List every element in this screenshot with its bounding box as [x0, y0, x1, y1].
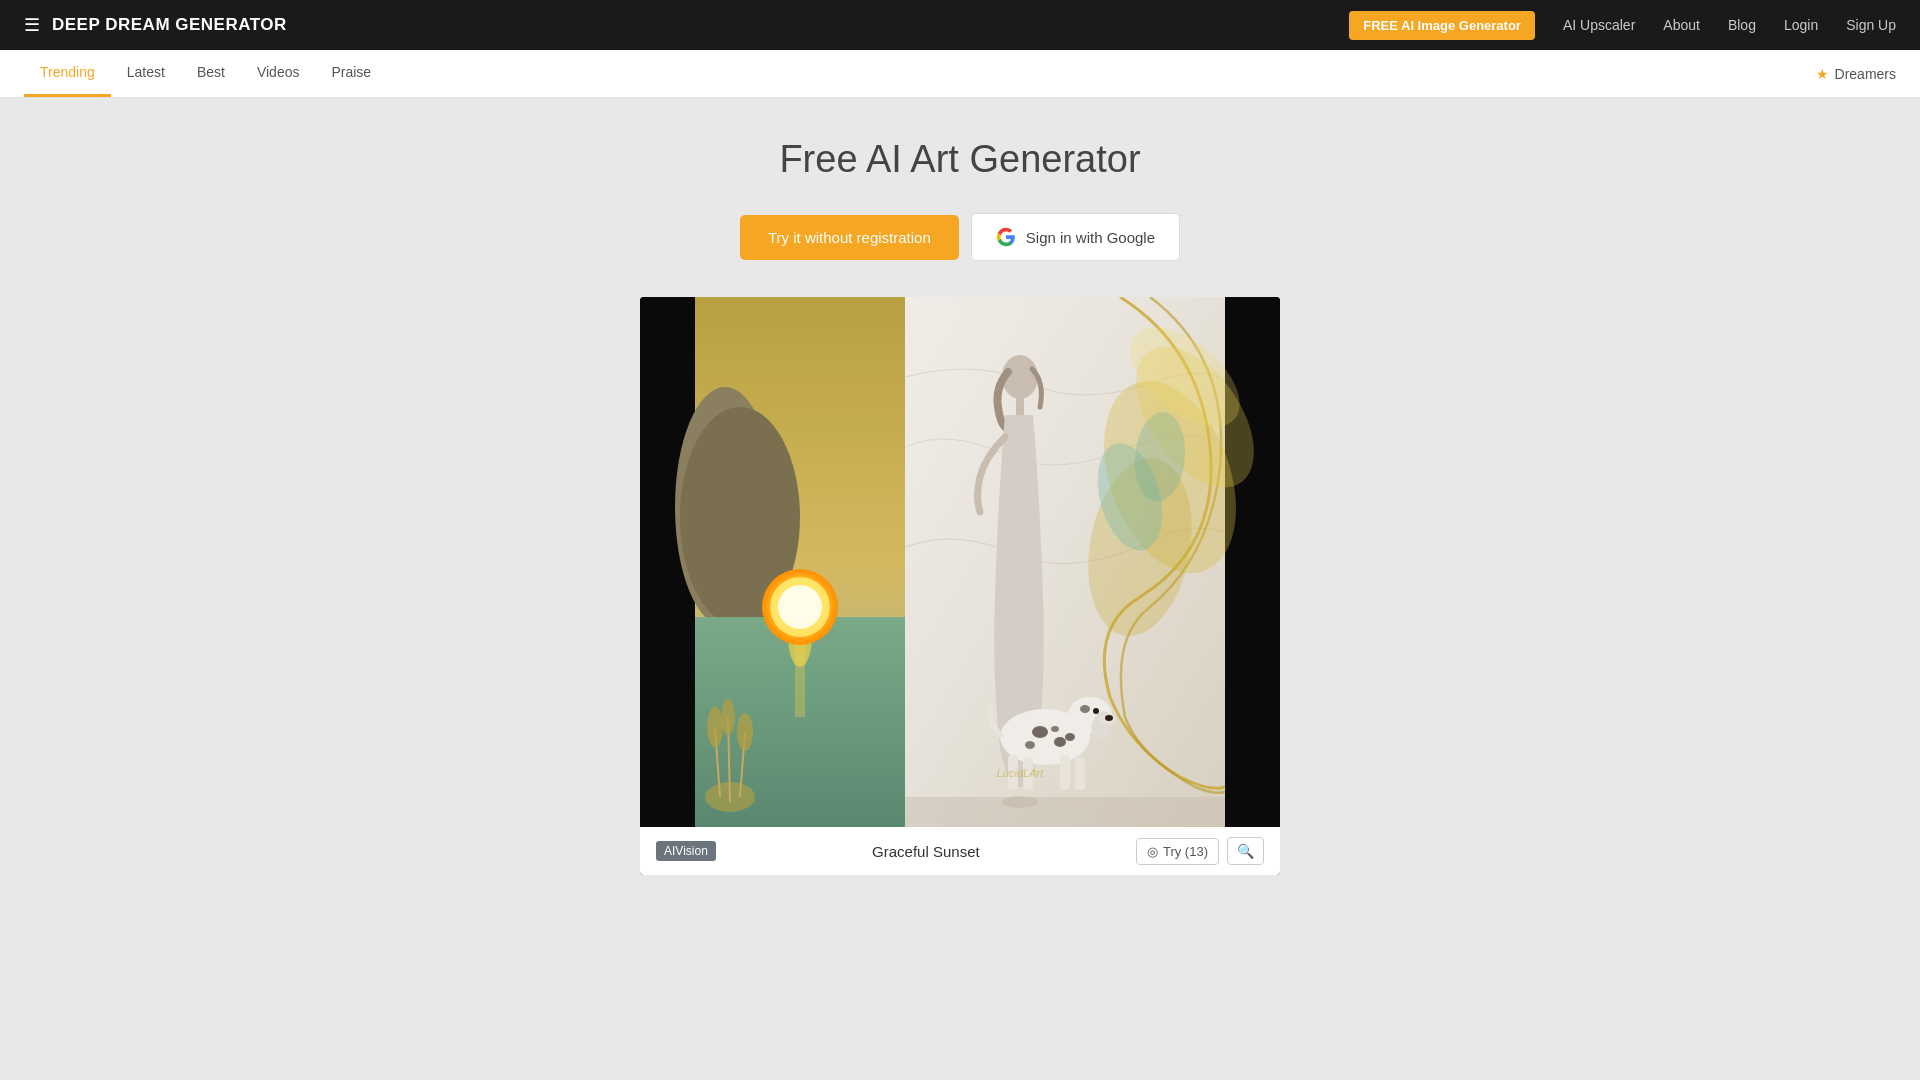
nav-blog[interactable]: Blog — [1728, 17, 1756, 33]
header-right: FREE AI Image Generator AI Upscaler Abou… — [1349, 11, 1896, 40]
header: ☰ DEEP DREAM GENERATOR FREE AI Image Gen… — [0, 0, 1920, 50]
svg-rect-27 — [1016, 397, 1024, 415]
nav-ai-upscaler[interactable]: AI Upscaler — [1563, 17, 1635, 33]
header-left: ☰ DEEP DREAM GENERATOR — [24, 14, 287, 36]
free-ai-image-generator-button[interactable]: FREE AI Image Generator — [1349, 11, 1535, 40]
dreamers-icon: ★ — [1816, 66, 1829, 82]
dreamers-label: Dreamers — [1835, 66, 1896, 82]
hamburger-icon[interactable]: ☰ — [24, 14, 40, 36]
google-g-icon — [996, 227, 1016, 247]
subnav: Trending Latest Best Videos Praise ★ Dre… — [0, 50, 1920, 98]
svg-point-30 — [1054, 737, 1066, 747]
image-title: Graceful Sunset — [872, 843, 980, 860]
tab-trending[interactable]: Trending — [24, 50, 111, 97]
svg-point-17 — [721, 699, 735, 735]
tab-latest[interactable]: Latest — [111, 50, 181, 97]
artwork-svg: LucidLArt — [640, 297, 1280, 827]
nav-signup[interactable]: Sign Up — [1846, 17, 1896, 33]
svg-rect-42 — [1060, 755, 1070, 790]
featured-image-card: LucidLArt AIVision Graceful Sunset ◎ Try… — [640, 297, 1280, 875]
try-count-label: Try (13) — [1163, 844, 1208, 859]
tab-best[interactable]: Best — [181, 50, 241, 97]
try-without-registration-button[interactable]: Try it without registration — [740, 215, 959, 260]
search-icon: 🔍 — [1237, 843, 1254, 859]
search-button[interactable]: 🔍 — [1227, 837, 1264, 865]
svg-point-16 — [707, 707, 723, 747]
svg-point-11 — [778, 585, 822, 629]
svg-rect-1 — [1225, 297, 1280, 827]
try-count-button[interactable]: ◎ Try (13) — [1136, 838, 1219, 865]
nav-about[interactable]: About — [1663, 17, 1700, 33]
featured-image: LucidLArt — [640, 297, 1280, 827]
cta-row: Try it without registration Sign in with… — [740, 213, 1180, 261]
svg-rect-43 — [1075, 757, 1085, 790]
page-title: Free AI Art Generator — [779, 138, 1140, 181]
nav-login[interactable]: Login — [1784, 17, 1818, 33]
sign-in-with-google-button[interactable]: Sign in with Google — [971, 213, 1180, 261]
svg-point-45 — [1002, 796, 1038, 808]
svg-point-18 — [737, 713, 753, 751]
image-footer: AIVision Graceful Sunset ◎ Try (13) 🔍 — [640, 827, 1280, 875]
tab-videos[interactable]: Videos — [241, 50, 316, 97]
svg-text:LucidLArt: LucidLArt — [997, 767, 1044, 779]
try-icon: ◎ — [1147, 844, 1158, 859]
svg-point-29 — [1032, 726, 1048, 738]
main-content: Free AI Art Generator Try it without reg… — [0, 98, 1920, 1080]
svg-point-32 — [1051, 726, 1059, 732]
svg-point-38 — [1105, 715, 1113, 721]
svg-point-31 — [1025, 741, 1035, 749]
google-btn-label: Sign in with Google — [1026, 229, 1155, 246]
dreamers-link[interactable]: ★ Dreamers — [1816, 66, 1896, 82]
aivision-badge: AIVision — [656, 841, 716, 861]
tab-praise[interactable]: Praise — [315, 50, 387, 97]
svg-point-39 — [1080, 705, 1090, 713]
subnav-tabs: Trending Latest Best Videos Praise — [24, 50, 387, 97]
svg-rect-8 — [795, 637, 805, 717]
svg-point-36 — [1093, 708, 1099, 714]
svg-rect-44 — [905, 797, 1225, 827]
image-actions: ◎ Try (13) 🔍 — [1136, 837, 1264, 865]
svg-point-33 — [1065, 733, 1075, 741]
brand-name: DEEP DREAM GENERATOR — [52, 15, 287, 35]
